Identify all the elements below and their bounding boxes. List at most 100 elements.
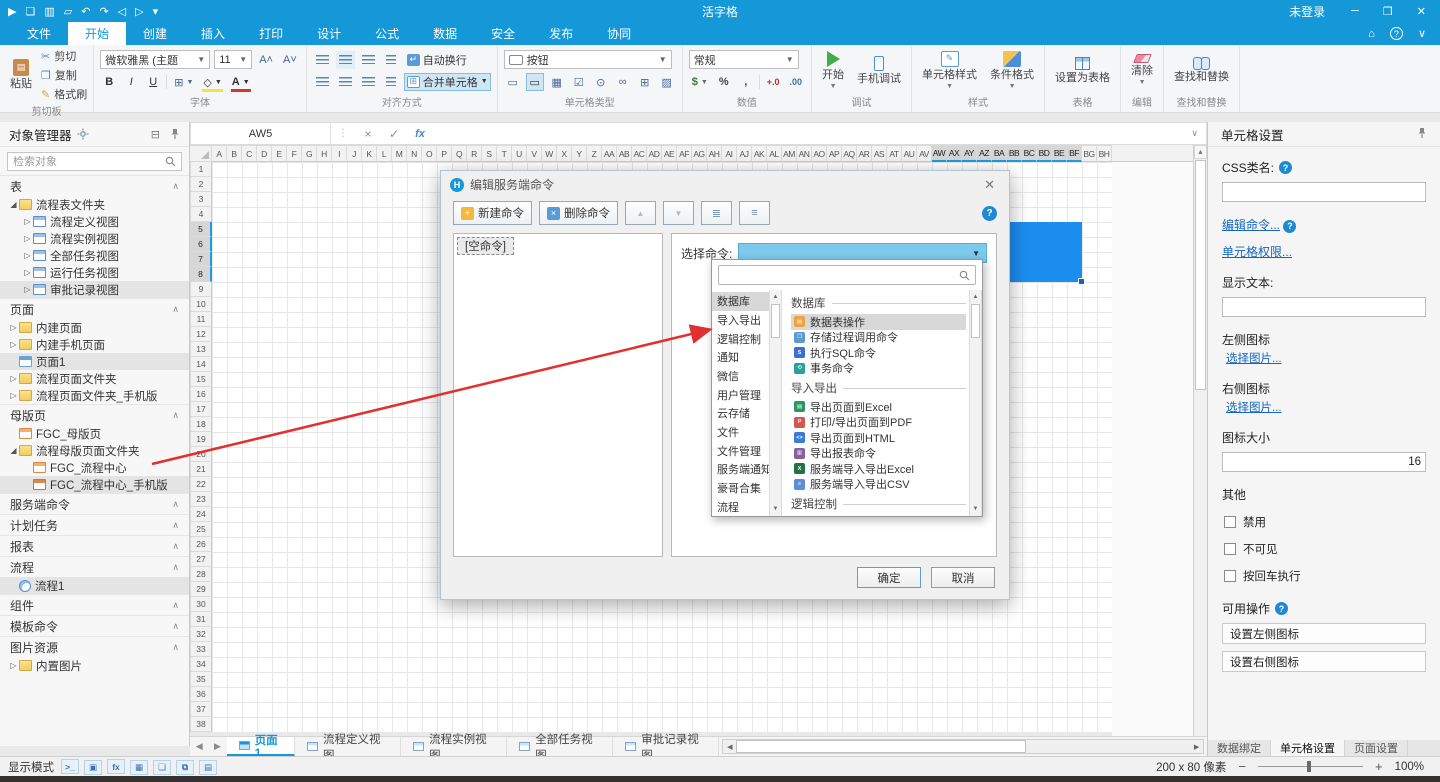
- layers-icon[interactable]: ⧉: [176, 759, 194, 775]
- sidebar-section-组件[interactable]: 组件 ∧: [0, 594, 189, 615]
- column-header-Q[interactable]: Q: [452, 145, 467, 162]
- tree-item-流程实例视图[interactable]: ▷ 流程实例视图: [0, 230, 189, 247]
- open-icon[interactable]: ▱: [64, 5, 72, 18]
- ribbon-tab-插入[interactable]: 插入: [184, 22, 242, 45]
- column-header-AX[interactable]: AX: [947, 145, 962, 162]
- bold-button[interactable]: B: [100, 73, 118, 91]
- checkbox-unchecked-icon[interactable]: [1224, 516, 1236, 528]
- scroll-up-icon[interactable]: ▲: [973, 290, 979, 304]
- column-header-F[interactable]: F: [287, 145, 302, 162]
- formula-icon[interactable]: fx: [107, 759, 125, 774]
- search-input[interactable]: [13, 155, 161, 168]
- expander-expanded-icon[interactable]: ◢: [8, 200, 19, 209]
- currency-button[interactable]: $ ▼: [689, 73, 711, 91]
- command-item-执行SQL命令[interactable]: S 执行SQL命令: [791, 345, 966, 361]
- column-header-G[interactable]: G: [302, 145, 317, 162]
- tree-item-FGC_流程中心[interactable]: FGC_流程中心: [0, 459, 189, 476]
- confirm-entry-icon[interactable]: ✓: [381, 127, 407, 141]
- chevron-up-icon[interactable]: ∧: [172, 499, 179, 510]
- column-header-A[interactable]: A: [212, 145, 227, 162]
- cell-type-radio-icon[interactable]: ⊙: [592, 73, 610, 91]
- row-header-19[interactable]: 19: [190, 432, 212, 447]
- conditional-format-button[interactable]: 条件格式 ▼: [986, 50, 1038, 92]
- row-header-8[interactable]: 8: [190, 267, 212, 282]
- sheet-tab-审批记录视图[interactable]: 审批记录视图: [613, 734, 720, 762]
- cell-type-label-icon[interactable]: ▭: [504, 73, 522, 91]
- expander-collapsed-icon[interactable]: ▷: [8, 374, 19, 383]
- underline-button[interactable]: U: [144, 73, 162, 91]
- cell-type-chart-icon[interactable]: ▦: [548, 73, 566, 91]
- align-middle-icon[interactable]: [335, 50, 355, 69]
- home-icon[interactable]: ⌂: [1368, 28, 1375, 40]
- column-header-H[interactable]: H: [317, 145, 332, 162]
- category-文件[interactable]: 文件: [712, 423, 769, 442]
- operation-设置左侧图标[interactable]: 设置左侧图标: [1222, 623, 1426, 644]
- row-header-35[interactable]: 35: [190, 672, 212, 687]
- display-text-input[interactable]: [1222, 297, 1426, 317]
- chevron-up-icon[interactable]: ∧: [172, 304, 179, 315]
- restore-icon[interactable]: ❐: [1383, 5, 1393, 18]
- clear-button[interactable]: 清除 ▼: [1127, 53, 1157, 88]
- row-header-9[interactable]: 9: [190, 282, 212, 297]
- column-header-AO[interactable]: AO: [812, 145, 827, 162]
- row-header-16[interactable]: 16: [190, 387, 212, 402]
- column-header-AN[interactable]: AN: [797, 145, 812, 162]
- vertical-scroll-thumb[interactable]: [1195, 160, 1206, 390]
- new-file-icon[interactable]: ❏: [25, 5, 35, 18]
- row-header-14[interactable]: 14: [190, 357, 212, 372]
- delete-command-button[interactable]: × 删除命令: [539, 201, 618, 225]
- checkbox-unchecked-icon[interactable]: [1224, 570, 1236, 582]
- terminal-icon[interactable]: >_: [61, 759, 79, 774]
- row-header-37[interactable]: 37: [190, 702, 212, 717]
- column-header-BE[interactable]: BE: [1052, 145, 1067, 162]
- tree-item-审批记录视图[interactable]: ▷ 审批记录视图: [0, 281, 189, 298]
- debug-start-button[interactable]: 开始 ▼: [818, 50, 848, 92]
- chevron-up-icon[interactable]: ∧: [172, 642, 179, 653]
- tree-item-流程表文件夹[interactable]: ◢ 流程表文件夹: [0, 196, 189, 213]
- row-header-5[interactable]: 5: [190, 222, 212, 237]
- column-header-AM[interactable]: AM: [782, 145, 797, 162]
- preview-icon[interactable]: ▣: [84, 759, 102, 775]
- expander-collapsed-icon[interactable]: ▷: [8, 661, 19, 670]
- column-header-I[interactable]: I: [332, 145, 347, 162]
- row-header-15[interactable]: 15: [190, 372, 212, 387]
- close-icon[interactable]: ✕: [1417, 5, 1426, 18]
- column-header-C[interactable]: C: [242, 145, 257, 162]
- row-header-4[interactable]: 4: [190, 207, 212, 222]
- expander-collapsed-icon[interactable]: ▷: [22, 234, 33, 243]
- chevron-up-icon[interactable]: ∧: [172, 562, 179, 573]
- column-header-Y[interactable]: Y: [572, 145, 587, 162]
- font-name-select[interactable]: 微软雅黑 (主题 ▼: [100, 50, 211, 69]
- column-header-AP[interactable]: AP: [827, 145, 842, 162]
- row-header-36[interactable]: 36: [190, 687, 212, 702]
- ribbon-tab-打印[interactable]: 打印: [242, 22, 300, 45]
- row-header-33[interactable]: 33: [190, 642, 212, 657]
- column-header-AF[interactable]: AF: [677, 145, 692, 162]
- column-header-AL[interactable]: AL: [767, 145, 782, 162]
- category-文件管理[interactable]: 文件管理: [712, 441, 769, 460]
- row-header-25[interactable]: 25: [190, 522, 212, 537]
- card-icon[interactable]: ▤: [199, 759, 217, 775]
- ribbon-tab-创建[interactable]: 创建: [126, 22, 184, 45]
- formula-bar-collapse-icon[interactable]: ∨: [1191, 128, 1206, 139]
- find-replace-button[interactable]: 查找和替换: [1170, 56, 1233, 84]
- column-header-AZ[interactable]: AZ: [977, 145, 992, 162]
- sheet-tab-全部任务视图[interactable]: 全部任务视图: [507, 734, 614, 762]
- decrease-decimal-button[interactable]: .00: [787, 73, 806, 91]
- sidebar-section-图片资源[interactable]: 图片资源 ∧: [0, 636, 189, 657]
- select-left-image-link[interactable]: 选择图片...: [1226, 350, 1282, 366]
- cell-type-table-icon[interactable]: ⊞: [636, 73, 654, 91]
- command-item-事务命令[interactable]: ⟲ 事务命令: [791, 361, 966, 377]
- mobile-debug-button[interactable]: 手机调试: [853, 55, 905, 86]
- column-header-AE[interactable]: AE: [662, 145, 677, 162]
- row-header-31[interactable]: 31: [190, 612, 212, 627]
- tree-item-FGC_流程中心_手机版[interactable]: FGC_流程中心_手机版: [0, 476, 189, 493]
- expander-collapsed-icon[interactable]: ▷: [22, 217, 33, 226]
- sheet-tab-流程实例视图[interactable]: 流程实例视图: [401, 734, 508, 762]
- column-header-BB[interactable]: BB: [1007, 145, 1022, 162]
- cell-style-button[interactable]: ✎ 单元格样式 ▼: [918, 50, 981, 92]
- command-item-打印/导出页面到PDF[interactable]: P 打印/导出页面到PDF: [791, 415, 966, 431]
- column-header-BA[interactable]: BA: [992, 145, 1007, 162]
- column-header-P[interactable]: P: [437, 145, 452, 162]
- sidebar-section-流程[interactable]: 流程 ∧: [0, 556, 189, 577]
